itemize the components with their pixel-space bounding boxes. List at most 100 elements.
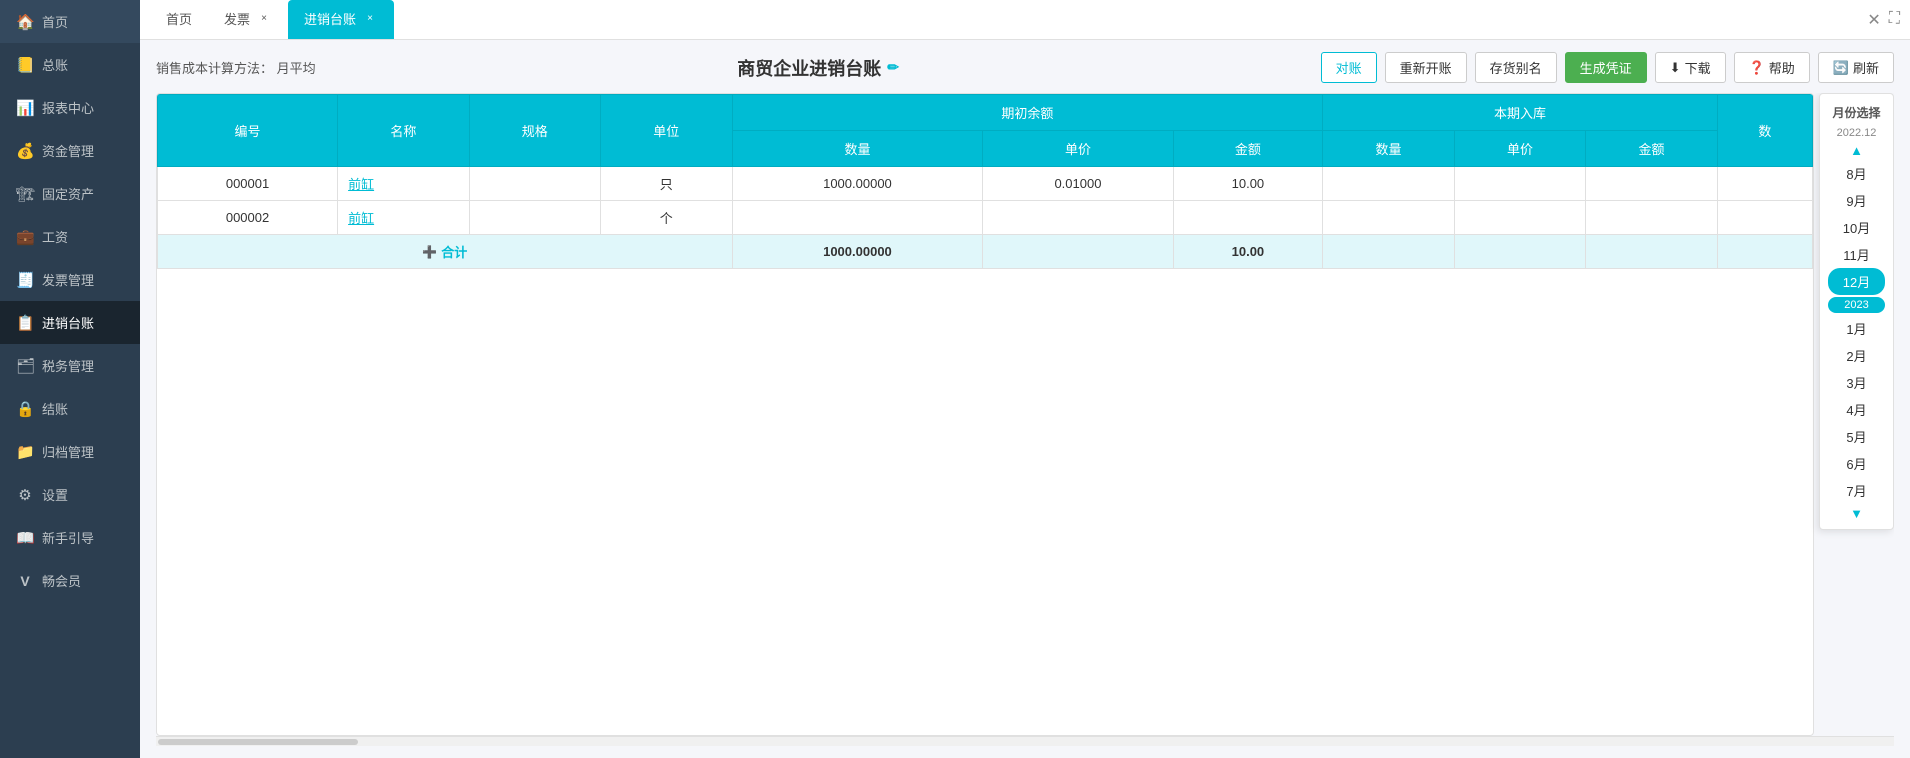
sidebar-item-settings[interactable]: ⚙ 设置	[0, 473, 140, 516]
sidebar-item-tax[interactable]: 🗂 税务管理	[0, 344, 140, 387]
col-sub-open-amount: 金额	[1173, 131, 1323, 167]
sidebar-item-finance[interactable]: 💰 资金管理	[0, 129, 140, 172]
month-item-11[interactable]: 11月	[1820, 241, 1893, 268]
reopen-button[interactable]: 重新开账	[1385, 52, 1467, 83]
row2-in-amount	[1586, 201, 1717, 235]
sidebar-item-label: 进销台账	[42, 313, 94, 332]
table-row: 000001 前缸 只 1000.00000 0.01000 10.00	[158, 167, 1813, 201]
col-header-more: 数	[1717, 95, 1812, 167]
sidebar-item-inventory[interactable]: 📋 进销台账	[0, 301, 140, 344]
generate-voucher-button[interactable]: 生成凭证	[1565, 52, 1647, 83]
help-label: 帮助	[1769, 58, 1795, 77]
save-alias-button[interactable]: 存货别名	[1475, 52, 1557, 83]
sidebar-item-label: 归档管理	[42, 442, 94, 461]
download-icon: ⬇	[1670, 60, 1681, 76]
tab-inventory-close[interactable]: ×	[362, 11, 378, 27]
tab-invoice-label: 发票	[224, 9, 250, 28]
guide-icon: 📖	[16, 529, 34, 547]
tab-invoice[interactable]: 发票 ×	[208, 0, 288, 39]
row2-spec	[469, 201, 600, 235]
payroll-icon: 💼	[16, 228, 34, 246]
month-item-6[interactable]: 6月	[1820, 450, 1893, 477]
total-open-qty: 1000.00000	[732, 235, 983, 269]
month-item-12[interactable]: 12月	[1828, 268, 1885, 295]
month-item-5[interactable]: 5月	[1820, 423, 1893, 450]
sidebar-item-label: 设置	[42, 485, 68, 504]
table-row: 000002 前缸 个	[158, 201, 1813, 235]
sidebar-item-payroll[interactable]: 💼 工资	[0, 215, 140, 258]
month-item-10[interactable]: 10月	[1820, 214, 1893, 241]
sidebar-item-label: 税务管理	[42, 356, 94, 375]
row1-in-amount	[1586, 167, 1717, 201]
row1-more	[1717, 167, 1812, 201]
total-label: 合计	[441, 242, 467, 261]
member-icon: V	[16, 573, 34, 589]
month-item-7[interactable]: 7月	[1820, 477, 1893, 504]
edit-title-icon[interactable]: ✏	[887, 59, 899, 76]
refresh-button[interactable]: 🔄 刷新	[1818, 52, 1894, 83]
page-content: 销售成本计算方法： 月平均 商贸企业进销台账 ✏ 对账 重新开账 存货别名 生成…	[140, 40, 1910, 758]
refresh-label: 刷新	[1853, 58, 1879, 77]
sidebar-item-invoice-mgmt[interactable]: 🧾 发票管理	[0, 258, 140, 301]
month-scroll-down[interactable]: ▼	[1820, 504, 1893, 523]
refresh-icon: 🔄	[1833, 60, 1849, 76]
tab-inventory-ledger[interactable]: 进销台账 ×	[288, 0, 394, 39]
month-item-8[interactable]: 8月	[1820, 160, 1893, 187]
cost-method-label: 销售成本计算方法：	[156, 61, 273, 76]
main-content: 首页 发票 × 进销台账 × ✕ ⛶ 销售成本计算方法： 月平均 商贸企业进销台…	[140, 0, 1910, 758]
tab-invoice-close[interactable]: ×	[256, 11, 272, 27]
col-sub-in-qty: 数量	[1323, 131, 1454, 167]
month-item-3[interactable]: 3月	[1820, 369, 1893, 396]
sidebar-item-guide[interactable]: 📖 新手引导	[0, 516, 140, 559]
close-books-icon: 🔒	[16, 400, 34, 418]
row2-open-price	[983, 201, 1173, 235]
tab-inventory-label: 进销台账	[304, 9, 356, 28]
invoice-mgmt-icon: 🧾	[16, 271, 34, 289]
sidebar-item-general-ledger[interactable]: 📒 总账	[0, 43, 140, 86]
sidebar-item-archive[interactable]: 📁 归档管理	[0, 430, 140, 473]
duizhang-button[interactable]: 对账	[1321, 52, 1377, 83]
generate-voucher-label: 生成凭证	[1580, 58, 1632, 77]
year-2023-label: 2023	[1828, 297, 1885, 313]
row2-in-price	[1454, 201, 1585, 235]
horizontal-scrollbar[interactable]	[156, 736, 1894, 746]
row1-in-price	[1454, 167, 1585, 201]
col-sub-open-price: 单价	[983, 131, 1173, 167]
row1-in-qty	[1323, 167, 1454, 201]
window-controls: ✕ ⛶	[1867, 10, 1900, 30]
row2-unit: 个	[601, 201, 732, 235]
row2-open-amount	[1173, 201, 1323, 235]
toolbar: 对账 重新开账 存货别名 生成凭证 ⬇ 下载 ❓ 帮助	[1321, 52, 1894, 83]
cost-method: 销售成本计算方法： 月平均	[156, 58, 316, 77]
sidebar-item-reports[interactable]: 📊 报表中心	[0, 86, 140, 129]
month-item-9[interactable]: 9月	[1820, 187, 1893, 214]
sidebar-item-fixed-assets[interactable]: 🏗 固定资产	[0, 172, 140, 215]
scrollbar-thumb[interactable]	[158, 739, 358, 745]
total-in-price	[1454, 235, 1585, 269]
inventory-icon: 📋	[16, 314, 34, 332]
maximize-button[interactable]: ⛶	[1889, 10, 1900, 30]
row2-more	[1717, 201, 1812, 235]
row2-in-qty	[1323, 201, 1454, 235]
month-item-2[interactable]: 2月	[1820, 342, 1893, 369]
sidebar-item-close[interactable]: 🔒 结账	[0, 387, 140, 430]
download-button[interactable]: ⬇ 下载	[1655, 52, 1726, 83]
minimize-button[interactable]: ✕	[1867, 10, 1880, 30]
sidebar-item-label: 报表中心	[42, 98, 94, 117]
reopen-label: 重新开账	[1400, 58, 1452, 77]
sidebar-item-label: 总账	[42, 55, 68, 74]
total-in-qty	[1323, 235, 1454, 269]
sidebar-item-home[interactable]: 🏠 首页	[0, 0, 140, 43]
month-item-4[interactable]: 4月	[1820, 396, 1893, 423]
sidebar-item-label: 新手引导	[42, 528, 94, 547]
sidebar-item-member[interactable]: V 畅会员	[0, 559, 140, 602]
month-item-1[interactable]: 1月	[1820, 315, 1893, 342]
total-label-cell: ➕ 合计	[158, 235, 733, 269]
col-header-name: 名称	[338, 95, 469, 167]
month-scroll-up[interactable]: ▲	[1820, 141, 1893, 160]
help-icon: ❓	[1749, 60, 1765, 76]
row1-unit: 只	[601, 167, 732, 201]
help-button[interactable]: ❓ 帮助	[1734, 52, 1810, 83]
tab-home[interactable]: 首页	[150, 0, 208, 39]
month-selector-title: 月份选择	[1820, 100, 1893, 125]
